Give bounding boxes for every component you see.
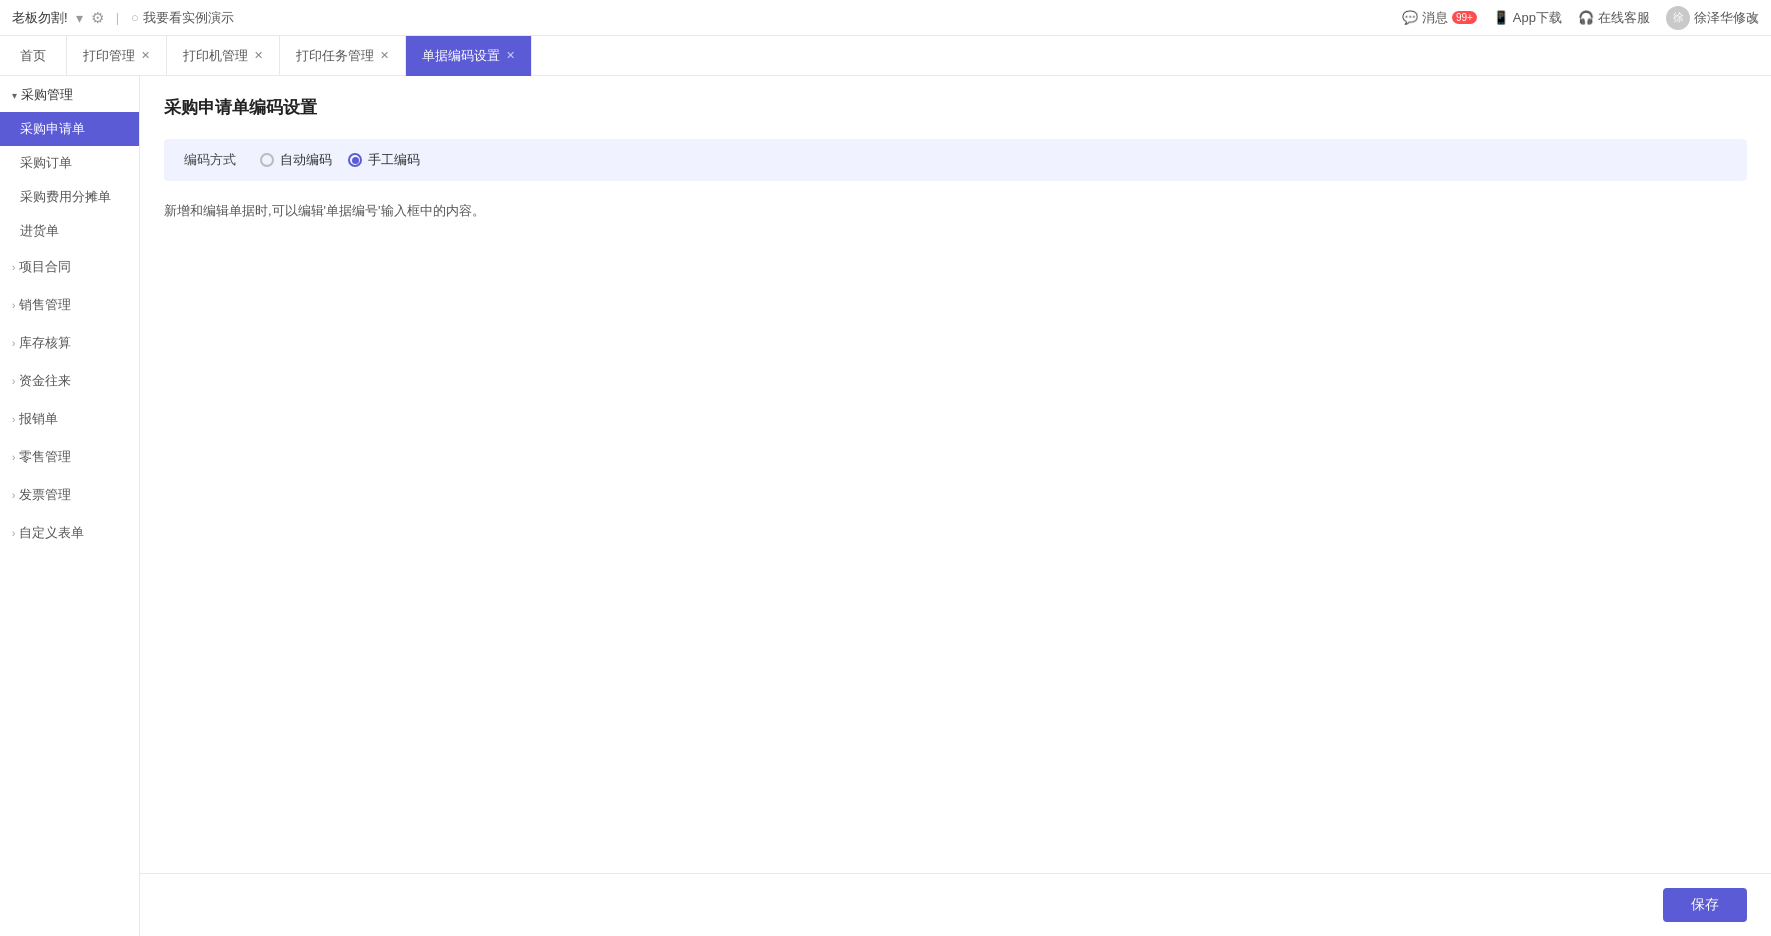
sidebar-item-purchase-expense-label: 采购费用分摊单 xyxy=(20,189,111,204)
window-close-button[interactable]: ✕ xyxy=(1735,0,1771,36)
tab-print-mgmt[interactable]: 打印管理 ✕ xyxy=(67,36,167,76)
tab-single-encode[interactable]: 单据编码设置 ✕ xyxy=(406,36,532,76)
app-download-label: App下载 xyxy=(1513,9,1562,27)
message-badge: 99+ xyxy=(1452,11,1477,24)
content-inner: 采购申请单编码设置 编码方式 自动编码 手工编码 新增和编辑单据时,可以编辑'单… xyxy=(140,76,1771,873)
sidebar-group-purchase-title[interactable]: ▾ 采购管理 xyxy=(0,76,139,112)
expand-arrow-invoice: › xyxy=(12,490,15,501)
nav-dropdown-icon[interactable]: ▾ xyxy=(76,10,83,26)
tabs-bar: 首页 打印管理 ✕ 打印机管理 ✕ 打印任务管理 ✕ 单据编码设置 ✕ xyxy=(0,36,1771,76)
online-service-item[interactable]: 🎧 在线客服 xyxy=(1578,9,1650,27)
expand-arrow-sales-return: › xyxy=(12,414,15,425)
sidebar-item-inbound[interactable]: 进货单 xyxy=(0,214,139,248)
sidebar-group-purchase-label: 采购管理 xyxy=(21,86,73,104)
sidebar-group-inventory-label: 库存核算 xyxy=(19,334,71,352)
sidebar-group-custom-label: 自定义表单 xyxy=(19,524,84,542)
expand-arrow-project: › xyxy=(12,262,15,273)
sidebar-item-purchase-order[interactable]: 采购订单 xyxy=(0,146,139,180)
encoding-section: 编码方式 自动编码 手工编码 xyxy=(164,139,1747,181)
page-title: 采购申请单编码设置 xyxy=(164,96,1747,119)
sidebar-group-finance[interactable]: › 资金往来 xyxy=(0,362,139,400)
sidebar-group-retail[interactable]: › 零售管理 xyxy=(0,438,139,476)
collapse-arrow-purchase: ▾ xyxy=(12,90,17,101)
expand-arrow-finance: › xyxy=(12,376,15,387)
manual-code-label: 手工编码 xyxy=(368,151,420,169)
manual-code-radio[interactable] xyxy=(348,153,362,167)
auto-code-radio[interactable] xyxy=(260,153,274,167)
tab-printer-mgmt-label: 打印机管理 xyxy=(183,47,248,65)
manual-code-option[interactable]: 手工编码 xyxy=(348,151,420,169)
sidebar-item-purchase-request-label: 采购申请单 xyxy=(20,121,85,136)
tab-home[interactable]: 首页 xyxy=(0,36,67,76)
message-icon: 💬 xyxy=(1402,10,1418,25)
sidebar-group-sales-return[interactable]: › 报销单 xyxy=(0,400,139,438)
demo-icon: ○ xyxy=(131,10,139,25)
app-logo: 老板勿割! xyxy=(12,9,68,27)
tab-single-encode-label: 单据编码设置 xyxy=(422,47,500,65)
sidebar-group-sales[interactable]: › 销售管理 xyxy=(0,286,139,324)
app-download-item[interactable]: 📱 App下载 xyxy=(1493,9,1562,27)
sidebar-group-finance-label: 资金往来 xyxy=(19,372,71,390)
hint-text: 新增和编辑单据时,可以编辑'单据编号'输入框中的内容。 xyxy=(164,201,1747,222)
message-label: 消息 xyxy=(1422,9,1448,27)
top-bar: 老板勿割! ▾ ⚙ | ○ 我要看实例演示 💬 消息 99+ 📱 App下载 🎧… xyxy=(0,0,1771,36)
content-area: 采购申请单编码设置 编码方式 自动编码 手工编码 新增和编辑单据时,可以编辑'单… xyxy=(140,76,1771,936)
sidebar-group-invoice-label: 发票管理 xyxy=(19,486,71,504)
sidebar-group-purchase: ▾ 采购管理 采购申请单 采购订单 采购费用分摊单 进货单 xyxy=(0,76,139,248)
demo-link[interactable]: ○ 我要看实例演示 xyxy=(131,9,234,27)
tab-print-mgmt-label: 打印管理 xyxy=(83,47,135,65)
sidebar-group-retail-label: 零售管理 xyxy=(19,448,71,466)
app-download-icon: 📱 xyxy=(1493,10,1509,25)
demo-text: 我要看实例演示 xyxy=(143,9,234,27)
sidebar: ▾ 采购管理 采购申请单 采购订单 采购费用分摊单 进货单 › 项目合同 › 销… xyxy=(0,76,140,936)
tab-home-label: 首页 xyxy=(20,47,46,65)
settings-icon[interactable]: ⚙ xyxy=(91,9,104,27)
tab-print-task[interactable]: 打印任务管理 ✕ xyxy=(280,36,406,76)
auto-code-label: 自动编码 xyxy=(280,151,332,169)
content-footer: 保存 xyxy=(140,873,1771,936)
expand-arrow-inventory: › xyxy=(12,338,15,349)
sidebar-group-sales-label: 销售管理 xyxy=(19,296,71,314)
tab-print-task-label: 打印任务管理 xyxy=(296,47,374,65)
top-bar-left: 老板勿割! ▾ ⚙ | ○ 我要看实例演示 xyxy=(12,9,234,27)
message-item[interactable]: 💬 消息 99+ xyxy=(1402,9,1477,27)
top-bar-right: 💬 消息 99+ 📱 App下载 🎧 在线客服 徐 徐泽华修改 xyxy=(1402,6,1759,30)
sidebar-group-invoice[interactable]: › 发票管理 xyxy=(0,476,139,514)
sidebar-item-inbound-label: 进货单 xyxy=(20,223,59,238)
main-layout: ▾ 采购管理 采购申请单 采购订单 采购费用分摊单 进货单 › 项目合同 › 销… xyxy=(0,76,1771,936)
tab-printer-mgmt-close[interactable]: ✕ xyxy=(254,49,263,62)
expand-arrow-custom: › xyxy=(12,528,15,539)
sidebar-group-project-contract[interactable]: › 项目合同 xyxy=(0,248,139,286)
tab-printer-mgmt[interactable]: 打印机管理 ✕ xyxy=(167,36,280,76)
sidebar-item-purchase-request[interactable]: 采购申请单 xyxy=(0,112,139,146)
sidebar-group-custom-forms[interactable]: › 自定义表单 xyxy=(0,514,139,552)
sidebar-group-project-label: 项目合同 xyxy=(19,258,71,276)
sidebar-item-purchase-expense[interactable]: 采购费用分摊单 xyxy=(0,180,139,214)
sidebar-group-sales-return-label: 报销单 xyxy=(19,410,58,428)
tab-single-encode-close[interactable]: ✕ xyxy=(506,49,515,62)
expand-arrow-sales: › xyxy=(12,300,15,311)
save-button[interactable]: 保存 xyxy=(1663,888,1747,922)
sidebar-group-inventory[interactable]: › 库存核算 xyxy=(0,324,139,362)
tab-print-mgmt-close[interactable]: ✕ xyxy=(141,49,150,62)
expand-arrow-retail: › xyxy=(12,452,15,463)
headset-icon: 🎧 xyxy=(1578,10,1594,25)
online-service-label: 在线客服 xyxy=(1598,9,1650,27)
tab-print-task-close[interactable]: ✕ xyxy=(380,49,389,62)
user-avatar: 徐 xyxy=(1666,6,1690,30)
encoding-label: 编码方式 xyxy=(184,151,236,169)
sidebar-item-purchase-order-label: 采购订单 xyxy=(20,155,72,170)
auto-code-option[interactable]: 自动编码 xyxy=(260,151,332,169)
